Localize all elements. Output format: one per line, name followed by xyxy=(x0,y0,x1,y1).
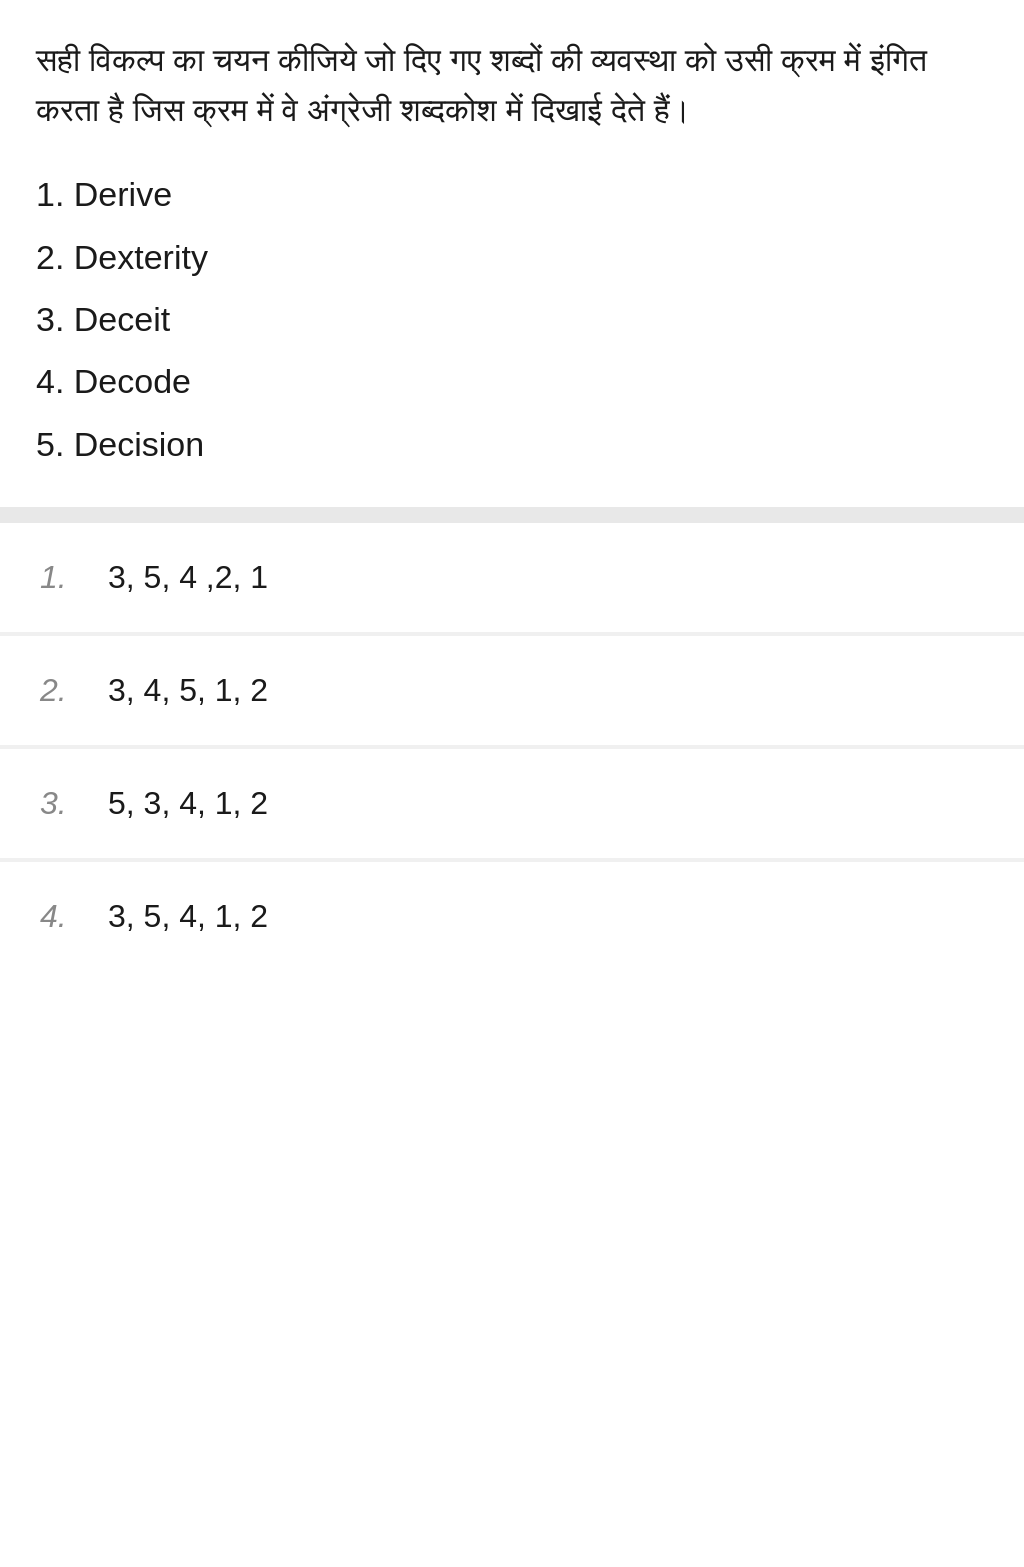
question-section: सही विकल्प का चयन कीजिये जो दिए गए शब्दो… xyxy=(0,0,1024,507)
option-value: 3, 5, 4, 1, 2 xyxy=(108,898,268,935)
option-number: 3. xyxy=(40,785,76,822)
options-section: 1. 3, 5, 4 ,2, 1 2. 3, 4, 5, 1, 2 3. 5, 3, 4,… xyxy=(0,523,1024,971)
option-card[interactable]: 1. 3, 5, 4 ,2, 1 xyxy=(0,523,1024,632)
word-list-item: 3. Deceit xyxy=(36,288,988,350)
page: सही विकल्प का चयन कीजिये जो दिए गए शब्दो… xyxy=(0,0,1024,1567)
option-value: 3, 5, 4 ,2, 1 xyxy=(108,559,268,596)
word-list-item: 1. Derive xyxy=(36,163,988,225)
section-divider xyxy=(0,507,1024,523)
word-list-item: 5. Decision xyxy=(36,413,988,475)
option-card[interactable]: 4. 3, 5, 4, 1, 2 xyxy=(0,862,1024,971)
option-number: 4. xyxy=(40,898,76,935)
option-number: 1. xyxy=(40,559,76,596)
word-list-item: 4. Decode xyxy=(36,350,988,412)
option-number: 2. xyxy=(40,672,76,709)
word-list: 1. Derive2. Dexterity3. Deceit4. Decode5… xyxy=(36,163,988,475)
word-list-item: 2. Dexterity xyxy=(36,226,988,288)
option-value: 3, 4, 5, 1, 2 xyxy=(108,672,268,709)
option-value: 5, 3, 4, 1, 2 xyxy=(108,785,268,822)
option-card[interactable]: 3. 5, 3, 4, 1, 2 xyxy=(0,749,1024,858)
option-card[interactable]: 2. 3, 4, 5, 1, 2 xyxy=(0,636,1024,745)
question-text: सही विकल्प का चयन कीजिये जो दिए गए शब्दो… xyxy=(36,36,988,135)
